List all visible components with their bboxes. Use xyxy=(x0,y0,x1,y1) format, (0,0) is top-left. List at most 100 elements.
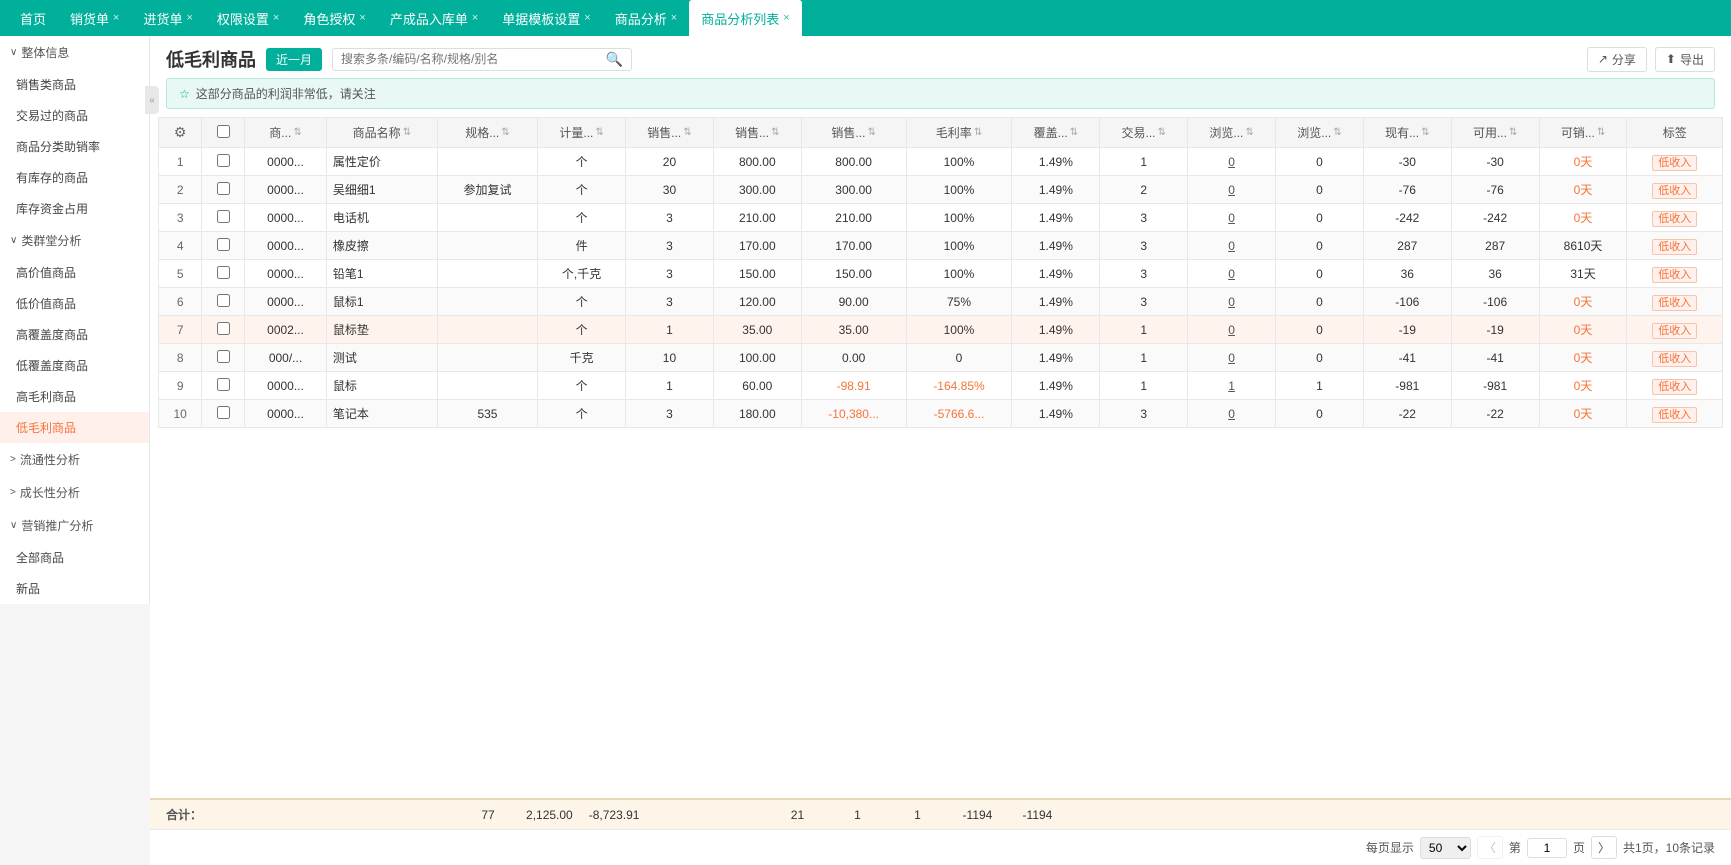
sort-icon[interactable]: ⇅ xyxy=(595,127,603,138)
sort-icon[interactable]: ⇅ xyxy=(771,127,779,138)
row-checkbox[interactable] xyxy=(202,344,245,372)
row-name[interactable]: 鼠标1 xyxy=(326,288,437,316)
per-page-select[interactable]: 50 100 200 xyxy=(1420,837,1471,859)
sidebar-item-销售类商品[interactable]: 销售类商品 xyxy=(0,69,149,100)
sidebar-item-高价值商品[interactable]: 高价值商品 xyxy=(0,257,149,288)
select-all-checkbox[interactable] xyxy=(217,125,230,138)
sort-icon[interactable]: ⇅ xyxy=(1070,127,1078,138)
sidebar-collapse-button[interactable]: « xyxy=(145,86,159,114)
row-select-checkbox[interactable] xyxy=(217,350,230,363)
col-trade[interactable]: 交易...⇅ xyxy=(1100,118,1188,148)
nav-item-首页[interactable]: 首页 xyxy=(8,0,58,36)
sidebar-section-成长性分析[interactable]: >成长性分析 xyxy=(0,476,149,509)
col-unit[interactable]: 计量...⇅ xyxy=(538,118,626,148)
row-name[interactable]: 鼠标 xyxy=(326,372,437,400)
nav-close-icon[interactable]: × xyxy=(359,12,365,24)
nav-close-icon[interactable]: × xyxy=(186,12,192,24)
page-input[interactable] xyxy=(1527,838,1567,858)
sidebar-item-库存资金占用[interactable]: 库存资金占用 xyxy=(0,193,149,224)
sort-icon[interactable]: ⇅ xyxy=(1509,127,1517,138)
row-select-checkbox[interactable] xyxy=(217,154,230,167)
sidebar-section-整体信息[interactable]: ∨整体信息 xyxy=(0,36,149,69)
nav-item-销货单[interactable]: 销货单× xyxy=(58,0,131,36)
nav-close-icon[interactable]: × xyxy=(472,12,478,24)
row-checkbox[interactable] xyxy=(202,176,245,204)
nav-close-icon[interactable]: × xyxy=(671,12,677,24)
nav-item-商品分析[interactable]: 商品分析× xyxy=(603,0,689,36)
nav-close-icon[interactable]: × xyxy=(783,12,789,24)
row-browse1[interactable]: 0 xyxy=(1188,260,1276,288)
col-tag[interactable]: 标签 xyxy=(1627,118,1723,148)
nav-item-进货单[interactable]: 进货单× xyxy=(131,0,204,36)
col-browse2[interactable]: 浏览...⇅ xyxy=(1276,118,1364,148)
col-sales-count[interactable]: 销售...⇅ xyxy=(626,118,714,148)
col-checkbox[interactable] xyxy=(202,118,245,148)
row-select-checkbox[interactable] xyxy=(217,294,230,307)
sidebar-item-交易过的商品[interactable]: 交易过的商品 xyxy=(0,100,149,131)
col-spec[interactable]: 规格...⇅ xyxy=(437,118,537,148)
row-checkbox[interactable] xyxy=(202,372,245,400)
table-wrapper[interactable]: ⚙ 商...⇅ 商品名称⇅ 规格...⇅ 计量...⇅ 销售...⇅ 销售...… xyxy=(158,117,1723,798)
nav-item-单据模板设置[interactable]: 单据模板设置× xyxy=(490,0,602,36)
row-checkbox[interactable] xyxy=(202,316,245,344)
sort-icon[interactable]: ⇅ xyxy=(501,127,509,138)
row-checkbox[interactable] xyxy=(202,288,245,316)
sidebar-item-有库存的商品[interactable]: 有库存的商品 xyxy=(0,162,149,193)
sidebar-section-类群堂分析[interactable]: ∨类群堂分析 xyxy=(0,224,149,257)
row-name[interactable]: 吴细细1 xyxy=(326,176,437,204)
search-input[interactable] xyxy=(341,52,606,66)
sort-icon[interactable]: ⇅ xyxy=(974,127,982,138)
row-name[interactable]: 属性定价 xyxy=(326,148,437,176)
row-select-checkbox[interactable] xyxy=(217,378,230,391)
nav-close-icon[interactable]: × xyxy=(113,12,119,24)
nav-item-权限设置[interactable]: 权限设置× xyxy=(205,0,291,36)
col-available[interactable]: 可用...⇅ xyxy=(1451,118,1539,148)
row-browse1[interactable]: 0 xyxy=(1188,288,1276,316)
sidebar-item-低覆盖度商品[interactable]: 低覆盖度商品 xyxy=(0,350,149,381)
row-select-checkbox[interactable] xyxy=(217,266,230,279)
row-name[interactable]: 橡皮擦 xyxy=(326,232,437,260)
col-sellable[interactable]: 可销...⇅ xyxy=(1539,118,1627,148)
row-select-checkbox[interactable] xyxy=(217,322,230,335)
row-browse1[interactable]: 0 xyxy=(1188,232,1276,260)
share-button[interactable]: ↗ 分享 xyxy=(1587,47,1647,72)
row-checkbox[interactable] xyxy=(202,400,245,428)
sidebar-item-全部商品[interactable]: 全部商品 xyxy=(0,542,149,573)
date-filter-button[interactable]: 近一月 xyxy=(266,48,322,71)
sidebar-section-流通性分析[interactable]: >流通性分析 xyxy=(0,443,149,476)
col-settings[interactable]: ⚙ xyxy=(159,118,202,148)
sidebar-item-低价值商品[interactable]: 低价值商品 xyxy=(0,288,149,319)
row-name[interactable]: 笔记本 xyxy=(326,400,437,428)
settings-icon[interactable]: ⚙ xyxy=(174,124,187,140)
sidebar-item-高毛利商品[interactable]: 高毛利商品 xyxy=(0,381,149,412)
row-select-checkbox[interactable] xyxy=(217,210,230,223)
col-cover-rate[interactable]: 覆盖...⇅ xyxy=(1012,118,1100,148)
sort-icon[interactable]: ⇅ xyxy=(1158,127,1166,138)
sidebar-item-高覆盖度商品[interactable]: 高覆盖度商品 xyxy=(0,319,149,350)
col-gross-rate[interactable]: 毛利率⇅ xyxy=(906,118,1012,148)
row-name[interactable]: 电话机 xyxy=(326,204,437,232)
sort-icon[interactable]: ⇅ xyxy=(1245,127,1253,138)
col-code[interactable]: 商...⇅ xyxy=(245,118,327,148)
sidebar-item-商品分类助销率[interactable]: 商品分类助销率 xyxy=(0,131,149,162)
row-browse1[interactable]: 0 xyxy=(1188,204,1276,232)
row-browse1[interactable]: 0 xyxy=(1188,148,1276,176)
row-name[interactable]: 铅笔1 xyxy=(326,260,437,288)
sort-icon[interactable]: ⇅ xyxy=(1333,127,1341,138)
row-checkbox[interactable] xyxy=(202,260,245,288)
row-checkbox[interactable] xyxy=(202,232,245,260)
col-browse1[interactable]: 浏览...⇅ xyxy=(1188,118,1276,148)
row-checkbox[interactable] xyxy=(202,204,245,232)
sort-icon[interactable]: ⇅ xyxy=(683,127,691,138)
nav-item-产成品入库单[interactable]: 产成品入库单× xyxy=(378,0,490,36)
row-name[interactable]: 测试 xyxy=(326,344,437,372)
sort-icon[interactable]: ⇅ xyxy=(867,127,875,138)
sidebar-item-低毛利商品[interactable]: 低毛利商品 xyxy=(0,412,149,443)
row-select-checkbox[interactable] xyxy=(217,182,230,195)
col-current[interactable]: 现有...⇅ xyxy=(1363,118,1451,148)
row-browse1[interactable]: 0 xyxy=(1188,344,1276,372)
col-sales-profit[interactable]: 销售...⇅ xyxy=(801,118,906,148)
col-name[interactable]: 商品名称⇅ xyxy=(326,118,437,148)
row-name[interactable]: 鼠标垫 xyxy=(326,316,437,344)
sort-icon[interactable]: ⇅ xyxy=(403,127,411,138)
